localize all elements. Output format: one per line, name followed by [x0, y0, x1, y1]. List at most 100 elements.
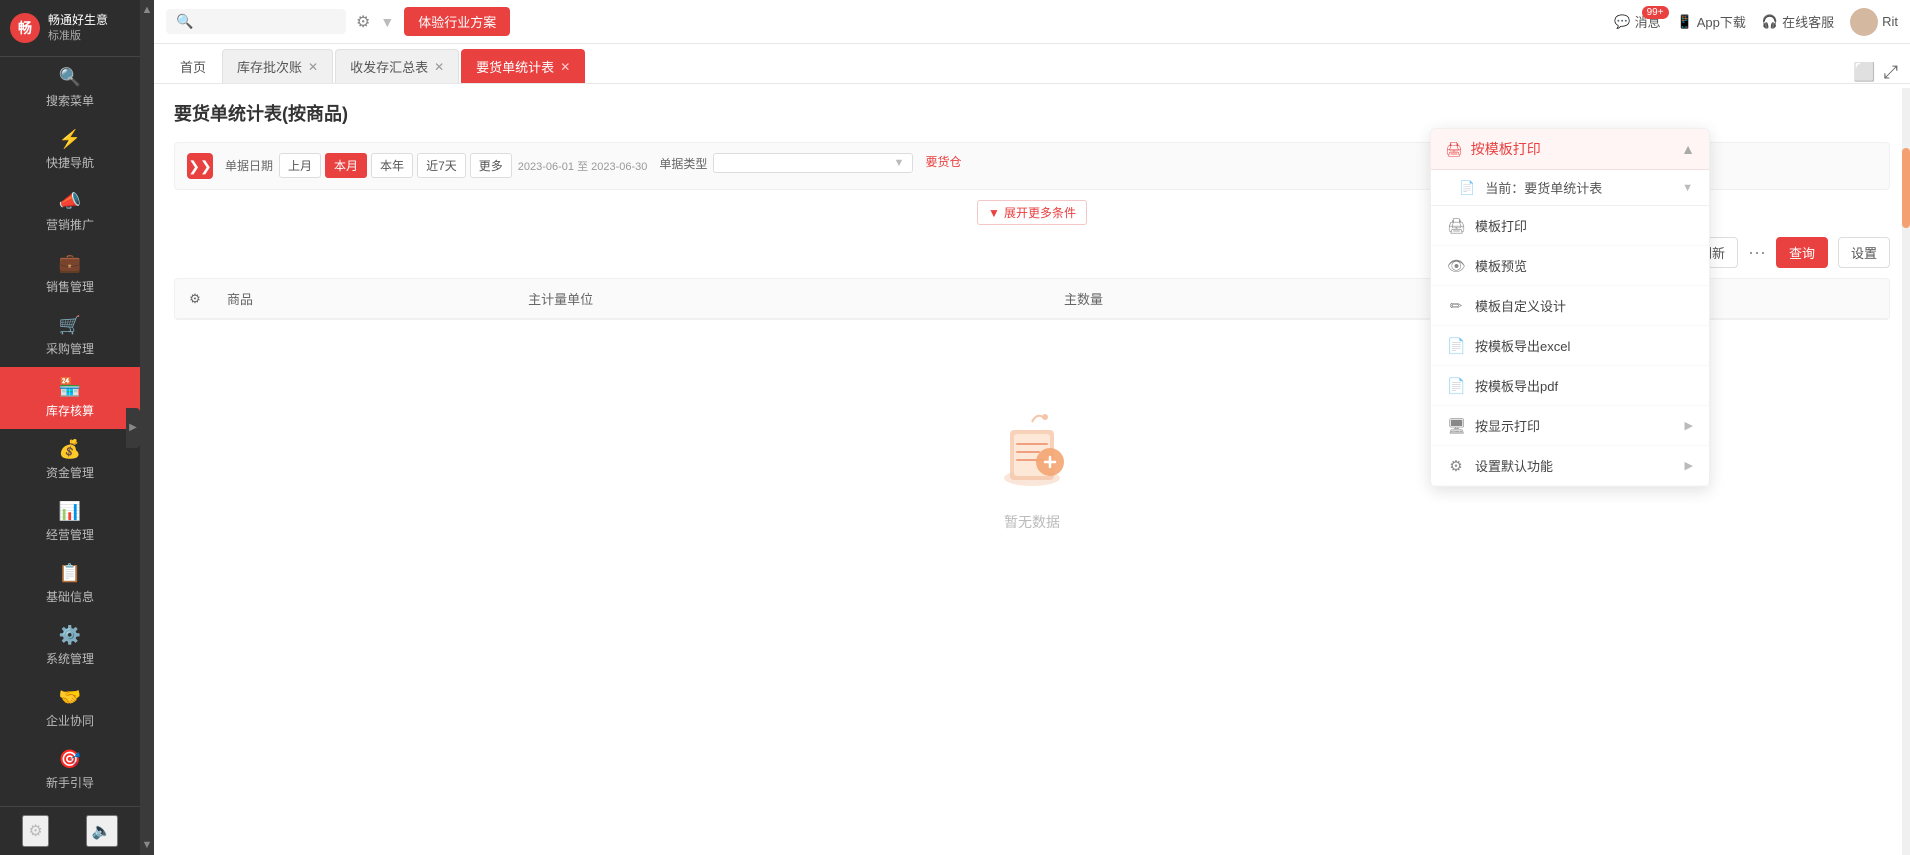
app-logo-icon: 畅 — [10, 13, 40, 43]
printer-icon-header: 🖨 — [1445, 141, 1463, 158]
scroll-down-btn[interactable]: ▼ — [142, 839, 153, 851]
tab-order-stats[interactable]: 要货单统计表 ✕ — [461, 49, 585, 83]
type-filter-field: 单据类型 ▼ — [659, 153, 913, 173]
print-icon: 🖨 — [1447, 217, 1465, 235]
search-input[interactable] — [199, 15, 336, 29]
type-select[interactable]: ▼ — [713, 153, 913, 173]
sidebar-item-purchase[interactable]: 🛒 采购管理 — [0, 305, 140, 367]
print-dropdown-controls: ▲ — [1681, 141, 1695, 157]
up-arrow-icon[interactable]: ▲ — [1681, 141, 1695, 157]
megaphone-icon: 📣 — [59, 191, 81, 212]
tab-batch[interactable]: 库存批次账 ✕ — [222, 49, 333, 83]
trial-btn[interactable]: 体验行业方案 — [404, 7, 510, 36]
scrollbar-thumb[interactable] — [1902, 148, 1910, 228]
excel-icon: 📄 — [1447, 337, 1465, 355]
search-icon: 🔍 — [59, 67, 81, 88]
tab-maximize-btn[interactable]: ⬜ — [1853, 62, 1875, 83]
print-menu-template-preview[interactable]: 👁 模板预览 — [1431, 246, 1709, 286]
cargo-filter-label: 要货仓 — [925, 153, 961, 170]
query-btn[interactable]: 查询 — [1776, 237, 1828, 268]
page-title: 要货单统计表(按商品) — [174, 100, 1890, 126]
expand-icon: ▼ — [988, 206, 1000, 220]
print-menu-display-print[interactable]: 🖥 按显示打印 ▶ — [1431, 406, 1709, 446]
headset-icon: 🎧 — [1762, 14, 1778, 30]
tab-home[interactable]: 首页 — [166, 50, 220, 83]
date-btn-7days[interactable]: 近7天 — [417, 153, 466, 178]
topbar-right: 💬 消息 99+ 📱 App下载 🎧 在线客服 Rit — [1614, 8, 1898, 36]
online-service-btn[interactable]: 🎧 在线客服 — [1762, 12, 1834, 31]
print-menu-template-print[interactable]: 🖨 模板打印 — [1431, 206, 1709, 246]
sidebar-item-sales[interactable]: 💼 销售管理 — [0, 243, 140, 305]
tab-batch-close[interactable]: ✕ — [308, 60, 318, 74]
sidebar-logo: 畅 畅通好生意 标准版 — [0, 0, 140, 57]
date-btn-prev-month[interactable]: 上月 — [279, 153, 321, 178]
print-menu-template-excel[interactable]: 📄 按模板导出excel — [1431, 326, 1709, 366]
sidebar-settings-btn[interactable]: ⚙ — [22, 815, 48, 847]
scroll-up-btn[interactable]: ▲ — [142, 4, 153, 16]
display-icon: 🖥 — [1447, 417, 1465, 435]
date-filter-label: 单据日期 — [225, 157, 273, 174]
tab-expand-btn[interactable]: ⤢ — [1884, 62, 1898, 83]
more-actions-btn[interactable]: ··· — [1748, 242, 1766, 263]
sidebar-scroll: 🔍 搜索菜单 ⚡ 快捷导航 📣 营销推广 💼 销售管理 🛒 采购管理 🏪 库存核… — [0, 57, 140, 806]
print-current-template[interactable]: 📄 当前：要货单统计表 ▼ — [1431, 170, 1709, 206]
sidebar-item-marketing[interactable]: 📣 营销推广 — [0, 181, 140, 243]
tabbar: 首页 库存批次账 ✕ 收发存汇总表 ✕ 要货单统计表 ✕ ⬜ ⤢ — [154, 44, 1910, 84]
empty-icon — [982, 400, 1082, 500]
current-arrow: ▼ — [1682, 182, 1693, 194]
expand-more-btn[interactable]: ▼ 展开更多条件 — [977, 200, 1087, 225]
date-btn-more[interactable]: 更多 — [470, 153, 512, 178]
sidebar: 畅 畅通好生意 标准版 ▶ 🔍 搜索菜单 ⚡ 快捷导航 📣 营销推广 💼 销售管… — [0, 0, 140, 855]
sidebar-item-basic[interactable]: 📋 基础信息 — [0, 553, 140, 615]
tab-order-stats-close[interactable]: ✕ — [560, 60, 570, 74]
sidebar-item-finance[interactable]: 💰 资金管理 — [0, 429, 140, 491]
set-default-arrow: ▶ — [1685, 459, 1693, 472]
dropdown-arrow[interactable]: ▼ — [380, 14, 394, 30]
date-range-display: 2023-06-01 至 2023-06-30 — [518, 158, 648, 174]
sidebar-item-shortcut[interactable]: ⚡ 快捷导航 — [0, 119, 140, 181]
sidebar-item-system[interactable]: ⚙️ 系统管理 — [0, 615, 140, 677]
avatar — [1850, 8, 1878, 36]
topbar: 🔍 ⚙ ▼ 体验行业方案 💬 消息 99+ 📱 App下载 🎧 在线客服 Rit — [154, 0, 1910, 44]
topbar-search-box: 🔍 — [166, 9, 346, 34]
tab-collection[interactable]: 收发存汇总表 ✕ — [335, 49, 459, 83]
filter-expand-icon-btn[interactable]: ❯❯ — [187, 153, 213, 179]
col-quantity: 主数量 — [1052, 279, 1431, 319]
settings-btn[interactable]: 设置 — [1838, 237, 1890, 268]
date-btn-current-year[interactable]: 本年 — [371, 153, 413, 178]
date-options-group: 上月 本月 本年 近7天 更多 — [279, 153, 512, 178]
empty-text: 暂无数据 — [1004, 512, 1060, 532]
gear-icon: ⚙️ — [59, 625, 81, 646]
col-settings[interactable]: ⚙ — [175, 279, 215, 319]
sidebar-item-search[interactable]: 🔍 搜索菜单 — [0, 57, 140, 119]
sidebar-item-inventory[interactable]: 🏪 库存核算 — [0, 367, 140, 429]
message-btn[interactable]: 💬 消息 99+ — [1614, 12, 1660, 31]
cart-icon: 🛒 — [59, 315, 81, 336]
print-dropdown-header: 🖨 按模板打印 ▲ — [1431, 129, 1709, 170]
main-area: 🔍 ⚙ ▼ 体验行业方案 💬 消息 99+ 📱 App下载 🎧 在线客服 Rit — [154, 0, 1910, 855]
tab-collection-close[interactable]: ✕ — [434, 60, 444, 74]
user-avatar[interactable]: Rit — [1850, 8, 1898, 36]
sidebar-item-operation[interactable]: 📊 经营管理 — [0, 491, 140, 553]
date-btn-current-month[interactable]: 本月 — [325, 153, 367, 178]
sidebar-collapse-btn[interactable]: ▶ — [126, 408, 140, 448]
app-name: 畅通好生意 标准版 — [48, 12, 108, 44]
print-menu-set-default[interactable]: ⚙ 设置默认功能 ▶ — [1431, 446, 1709, 486]
sidebar-volume-btn[interactable]: 🔈 — [86, 815, 118, 847]
app-download-btn[interactable]: 📱 App下载 — [1677, 12, 1746, 31]
print-dropdown: 🖨 按模板打印 ▲ 📄 当前：要货单统计表 ▼ 🖨 模板打印 — [1430, 128, 1710, 487]
scrollbar-track — [1902, 88, 1910, 855]
message-icon: 💬 — [1614, 14, 1630, 30]
display-print-arrow: ▶ — [1685, 419, 1693, 432]
inventory-icon: 🏪 — [59, 377, 81, 398]
finance-icon: 💰 — [59, 439, 81, 460]
preview-icon: 👁 — [1447, 257, 1465, 275]
settings-icon[interactable]: ⚙ — [356, 12, 370, 32]
page-content: 要货单统计表(按商品) ❯❯ 单据日期 上月 本月 本年 近7天 更多 2023… — [154, 84, 1910, 855]
current-icon: 📄 — [1459, 180, 1475, 196]
design-icon: ✏ — [1447, 297, 1465, 315]
sidebar-item-guide[interactable]: 🎯 新手引导 — [0, 739, 140, 801]
print-menu-template-pdf[interactable]: 📄 按模板导出pdf — [1431, 366, 1709, 406]
sidebar-item-collab[interactable]: 🤝 企业协同 — [0, 677, 140, 739]
print-menu-template-design[interactable]: ✏ 模板自定义设计 — [1431, 286, 1709, 326]
